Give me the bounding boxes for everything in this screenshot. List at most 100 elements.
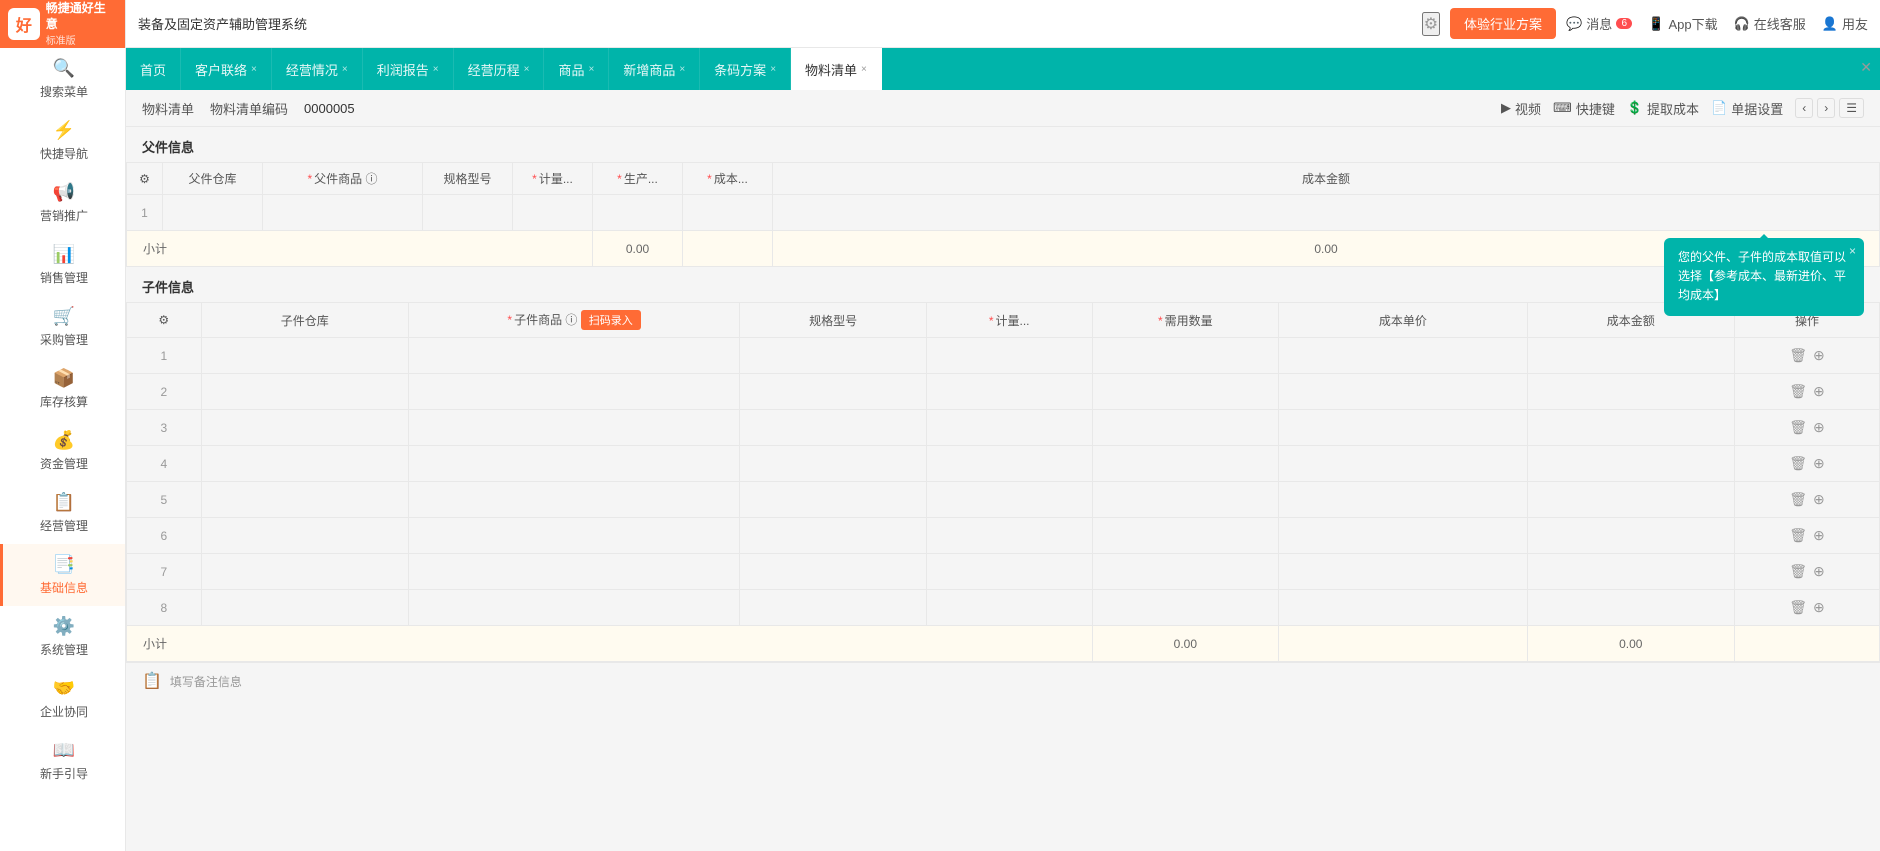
child-row-8-amount[interactable] — [1527, 590, 1734, 626]
child-row-3-qty[interactable] — [1092, 410, 1278, 446]
copy-row-3-button[interactable]: ⊕ — [1813, 419, 1825, 436]
child-row-7-amount[interactable] — [1527, 554, 1734, 590]
tab-barcode[interactable]: 条码方案 × — [700, 48, 791, 90]
delete-row-8-button[interactable]: 🗑 — [1789, 599, 1807, 616]
copy-row-5-button[interactable]: ⊕ — [1813, 491, 1825, 508]
tab-goods[interactable]: 商品 × — [544, 48, 609, 90]
child-row-4-qty[interactable] — [1092, 446, 1278, 482]
sidebar-item-quick-nav[interactable]: ⚡ 快捷导航 — [0, 110, 125, 172]
child-row-8-product[interactable] — [408, 590, 740, 626]
child-row-8-warehouse[interactable] — [201, 590, 408, 626]
copy-row-8-button[interactable]: ⊕ — [1813, 599, 1825, 616]
child-row-1-amount[interactable] — [1527, 338, 1734, 374]
tab-history[interactable]: 经营历程 × — [454, 48, 545, 90]
sidebar-item-finance[interactable]: 💰 资金管理 — [0, 420, 125, 482]
child-row-3-price[interactable] — [1279, 410, 1528, 446]
tab-barcode-close[interactable]: × — [770, 64, 776, 75]
child-row-6-spec[interactable] — [740, 518, 926, 554]
close-all-button[interactable]: ✕ — [1860, 59, 1872, 76]
child-row-8-price[interactable] — [1279, 590, 1528, 626]
sidebar-item-inventory[interactable]: 📦 库存核算 — [0, 358, 125, 420]
shortcut-button[interactable]: ⌨ 快捷键 — [1553, 99, 1615, 118]
tab-home[interactable]: 首页 — [126, 48, 181, 90]
prev-button[interactable]: ‹ — [1795, 98, 1813, 118]
single-settings-button[interactable]: 📄 单据设置 — [1711, 99, 1783, 118]
parent-row-1-product[interactable] — [263, 195, 423, 231]
child-row-8-spec[interactable] — [740, 590, 926, 626]
parent-row-1-cost[interactable] — [683, 195, 773, 231]
parent-row-1-cost-amount[interactable] — [773, 195, 1880, 231]
sidebar-item-cooperation[interactable]: 🤝 企业协同 — [0, 668, 125, 730]
sidebar-item-system[interactable]: ⚙️ 系统管理 — [0, 606, 125, 668]
extract-cost-button[interactable]: 💲 提取成本 — [1627, 99, 1699, 118]
online-service-button[interactable]: 🎧 在线客服 — [1734, 14, 1806, 33]
scan-input-button[interactable]: 扫码录入 — [581, 310, 641, 330]
child-row-2-amount[interactable] — [1527, 374, 1734, 410]
child-row-4-amount[interactable] — [1527, 446, 1734, 482]
child-row-5-unit[interactable] — [926, 482, 1092, 518]
child-row-8-unit[interactable] — [926, 590, 1092, 626]
child-row-4-spec[interactable] — [740, 446, 926, 482]
child-row-3-amount[interactable] — [1527, 410, 1734, 446]
child-row-5-amount[interactable] — [1527, 482, 1734, 518]
copy-row-7-button[interactable]: ⊕ — [1813, 563, 1825, 580]
menu-button[interactable]: ☰ — [1839, 98, 1864, 118]
delete-row-3-button[interactable]: 🗑 — [1789, 419, 1807, 436]
parent-row-1-spec[interactable] — [423, 195, 513, 231]
delete-row-7-button[interactable]: 🗑 — [1789, 563, 1807, 580]
message-button[interactable]: 💬 消息 6 — [1566, 14, 1632, 33]
user-menu[interactable]: 👤 用友 — [1822, 14, 1868, 33]
child-row-6-warehouse[interactable] — [201, 518, 408, 554]
tab-operations[interactable]: 经营情况 × — [272, 48, 363, 90]
tab-customer[interactable]: 客户联络 × — [181, 48, 272, 90]
tab-new-goods-close[interactable]: × — [679, 64, 685, 75]
copy-row-1-button[interactable]: ⊕ — [1813, 347, 1825, 364]
tab-operations-close[interactable]: × — [342, 64, 348, 75]
child-row-2-price[interactable] — [1279, 374, 1528, 410]
child-col-settings[interactable]: ⚙ — [127, 303, 202, 338]
child-row-2-qty[interactable] — [1092, 374, 1278, 410]
sidebar-item-guide[interactable]: 📖 新手引导 — [0, 730, 125, 792]
child-row-4-warehouse[interactable] — [201, 446, 408, 482]
child-row-5-warehouse[interactable] — [201, 482, 408, 518]
next-button[interactable]: › — [1817, 98, 1835, 118]
child-row-1-warehouse[interactable] — [201, 338, 408, 374]
child-row-4-product[interactable] — [408, 446, 740, 482]
child-row-7-qty[interactable] — [1092, 554, 1278, 590]
child-row-5-product[interactable] — [408, 482, 740, 518]
child-row-6-product[interactable] — [408, 518, 740, 554]
child-row-8-qty[interactable] — [1092, 590, 1278, 626]
child-row-4-price[interactable] — [1279, 446, 1528, 482]
breadcrumb-bom-list[interactable]: 物料清单 — [142, 99, 194, 118]
child-row-6-unit[interactable] — [926, 518, 1092, 554]
sidebar-item-purchase[interactable]: 🛒 采购管理 — [0, 296, 125, 358]
tab-goods-close[interactable]: × — [588, 64, 594, 75]
child-row-5-price[interactable] — [1279, 482, 1528, 518]
child-row-1-unit[interactable] — [926, 338, 1092, 374]
child-row-1-qty[interactable] — [1092, 338, 1278, 374]
child-row-6-amount[interactable] — [1527, 518, 1734, 554]
child-row-3-spec[interactable] — [740, 410, 926, 446]
app-download-button[interactable]: 📱 App下载 — [1648, 14, 1717, 33]
tab-customer-close[interactable]: × — [251, 64, 257, 75]
child-row-4-unit[interactable] — [926, 446, 1092, 482]
child-row-7-unit[interactable] — [926, 554, 1092, 590]
parent-row-1-produce[interactable] — [593, 195, 683, 231]
delete-row-6-button[interactable]: 🗑 — [1789, 527, 1807, 544]
child-row-6-qty[interactable] — [1092, 518, 1278, 554]
child-row-5-spec[interactable] — [740, 482, 926, 518]
child-row-7-price[interactable] — [1279, 554, 1528, 590]
tab-new-goods[interactable]: 新增商品 × — [609, 48, 700, 90]
child-row-7-warehouse[interactable] — [201, 554, 408, 590]
try-industry-button[interactable]: 体验行业方案 — [1450, 8, 1556, 39]
child-row-5-qty[interactable] — [1092, 482, 1278, 518]
child-row-6-price[interactable] — [1279, 518, 1528, 554]
tab-profit[interactable]: 利润报告 × — [363, 48, 454, 90]
delete-row-4-button[interactable]: 🗑 — [1789, 455, 1807, 472]
copy-row-2-button[interactable]: ⊕ — [1813, 383, 1825, 400]
tab-bom[interactable]: 物料清单 × — [791, 48, 882, 90]
child-row-2-unit[interactable] — [926, 374, 1092, 410]
child-row-1-spec[interactable] — [740, 338, 926, 374]
child-row-7-spec[interactable] — [740, 554, 926, 590]
copy-row-6-button[interactable]: ⊕ — [1813, 527, 1825, 544]
